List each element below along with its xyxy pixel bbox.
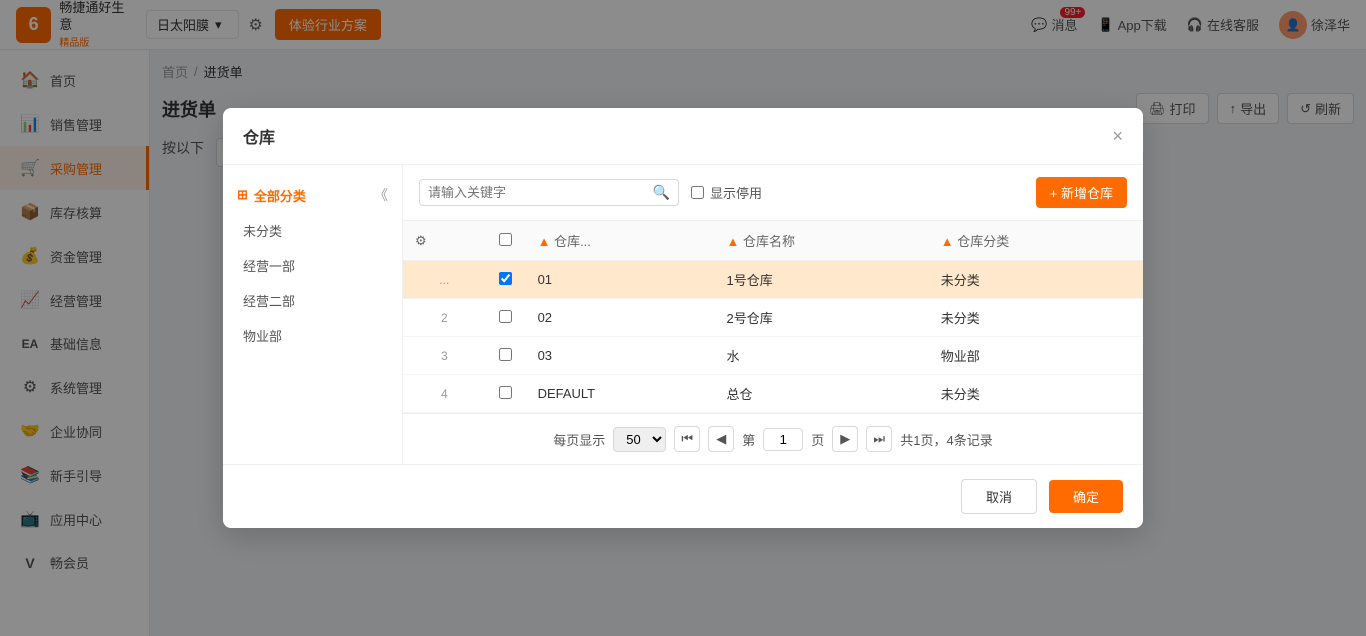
next-page-btn[interactable]: ▶ [832, 426, 858, 452]
per-page-select[interactable]: 50 [613, 427, 666, 452]
row-action: 3 [403, 337, 486, 375]
table-row: 2 02 2号仓库 未分类 [403, 299, 1143, 337]
search-box: 🔍 [419, 179, 679, 206]
modal-footer: 取消 确定 [223, 464, 1143, 528]
row-code: 01 [526, 261, 715, 299]
sort-icon-3: ▲ [941, 234, 954, 249]
modal-toolbar: 🔍 显示停用 + 新增仓库 [403, 165, 1143, 221]
row-checkbox[interactable] [499, 272, 512, 285]
row-action: 4 [403, 375, 486, 413]
modal-close-btn[interactable]: × [1112, 126, 1123, 147]
page-label: 第 [742, 430, 755, 449]
last-page-btn[interactable]: ⏭ [866, 426, 892, 452]
col-checkbox-header[interactable] [486, 221, 526, 261]
modal-overlay: 仓库 × ⊞ 全部分类 《 未分类 经营一部 经营二部 物业部 [0, 0, 1366, 636]
first-page-btn[interactable]: ⏮ [674, 426, 700, 452]
category-item-property[interactable]: 物业部 [223, 318, 402, 353]
modal-main: 🔍 显示停用 + 新增仓库 ⚙ [403, 165, 1143, 464]
row-checkbox-cell[interactable] [486, 337, 526, 375]
row-code: DEFAULT [526, 375, 715, 413]
category-header: ⊞ 全部分类 《 [223, 177, 402, 213]
row-checkbox-cell[interactable] [486, 299, 526, 337]
warehouse-modal: 仓库 × ⊞ 全部分类 《 未分类 经营一部 经营二部 物业部 [223, 108, 1143, 528]
modal-header: 仓库 × [223, 108, 1143, 165]
col-name-header: ▲ 仓库名称 [714, 221, 928, 261]
cancel-btn[interactable]: 取消 [961, 479, 1037, 514]
category-item-ops2[interactable]: 经营二部 [223, 283, 402, 318]
row-category: 未分类 [929, 261, 1143, 299]
category-item-ops1[interactable]: 经营一部 [223, 248, 402, 283]
category-sidebar: ⊞ 全部分类 《 未分类 经营一部 经营二部 物业部 [223, 165, 403, 464]
pagination: 每页显示 50 ⏮ ◀ 第 页 ▶ ⏭ 共1页，4条记录 [403, 413, 1143, 464]
row-category: 未分类 [929, 375, 1143, 413]
row-code: 02 [526, 299, 715, 337]
table-row: 4 DEFAULT 总仓 未分类 [403, 375, 1143, 413]
col-code-header: ▲ 仓库... [526, 221, 715, 261]
confirm-btn[interactable]: 确定 [1049, 480, 1123, 513]
prev-page-btn[interactable]: ◀ [708, 426, 734, 452]
row-checkbox-cell[interactable] [486, 375, 526, 413]
col-category-header: ▲ 仓库分类 [929, 221, 1143, 261]
page-suffix: 页 [811, 430, 824, 449]
row-checkbox-cell[interactable] [486, 261, 526, 299]
row-code: 03 [526, 337, 715, 375]
row-name: 2号仓库 [714, 299, 928, 337]
modal-body: ⊞ 全部分类 《 未分类 经营一部 经营二部 物业部 🔍 [223, 165, 1143, 464]
show-disabled-label[interactable]: 显示停用 [691, 183, 762, 202]
table-row: 3 03 水 物业部 [403, 337, 1143, 375]
row-checkbox[interactable] [499, 310, 512, 323]
table-row: ... 01 1号仓库 未分类 [403, 261, 1143, 299]
search-input[interactable] [428, 185, 653, 200]
row-action: 2 [403, 299, 486, 337]
row-category: 未分类 [929, 299, 1143, 337]
all-categories-label: 全部分类 [254, 186, 306, 205]
page-input[interactable] [763, 428, 803, 451]
row-action: ... [403, 261, 486, 299]
all-categories-btn[interactable]: ⊞ 全部分类 [237, 186, 306, 205]
sort-icon-2: ▲ [726, 234, 739, 249]
grid-icon: ⊞ [237, 187, 248, 203]
total-label: 共1页，4条记录 [900, 430, 992, 449]
row-name: 总仓 [714, 375, 928, 413]
search-icon[interactable]: 🔍 [653, 184, 670, 201]
select-all-checkbox[interactable] [499, 233, 512, 246]
col-settings-icon[interactable]: ⚙ [403, 221, 486, 261]
row-category: 物业部 [929, 337, 1143, 375]
sort-icon: ▲ [538, 234, 551, 249]
category-item-unclassified[interactable]: 未分类 [223, 213, 402, 248]
warehouse-table: ⚙ ▲ 仓库... ▲ 仓库名称 [403, 221, 1143, 413]
per-page-label: 每页显示 [553, 430, 605, 449]
row-checkbox[interactable] [499, 386, 512, 399]
modal-title: 仓库 [243, 124, 275, 148]
table-header-row: ⚙ ▲ 仓库... ▲ 仓库名称 [403, 221, 1143, 261]
row-checkbox[interactable] [499, 348, 512, 361]
add-warehouse-btn[interactable]: + 新增仓库 [1036, 177, 1127, 208]
show-disabled-text: 显示停用 [710, 183, 762, 202]
row-name: 水 [714, 337, 928, 375]
row-name: 1号仓库 [714, 261, 928, 299]
collapse-icon[interactable]: 《 [374, 185, 388, 205]
show-disabled-checkbox[interactable] [691, 186, 704, 199]
